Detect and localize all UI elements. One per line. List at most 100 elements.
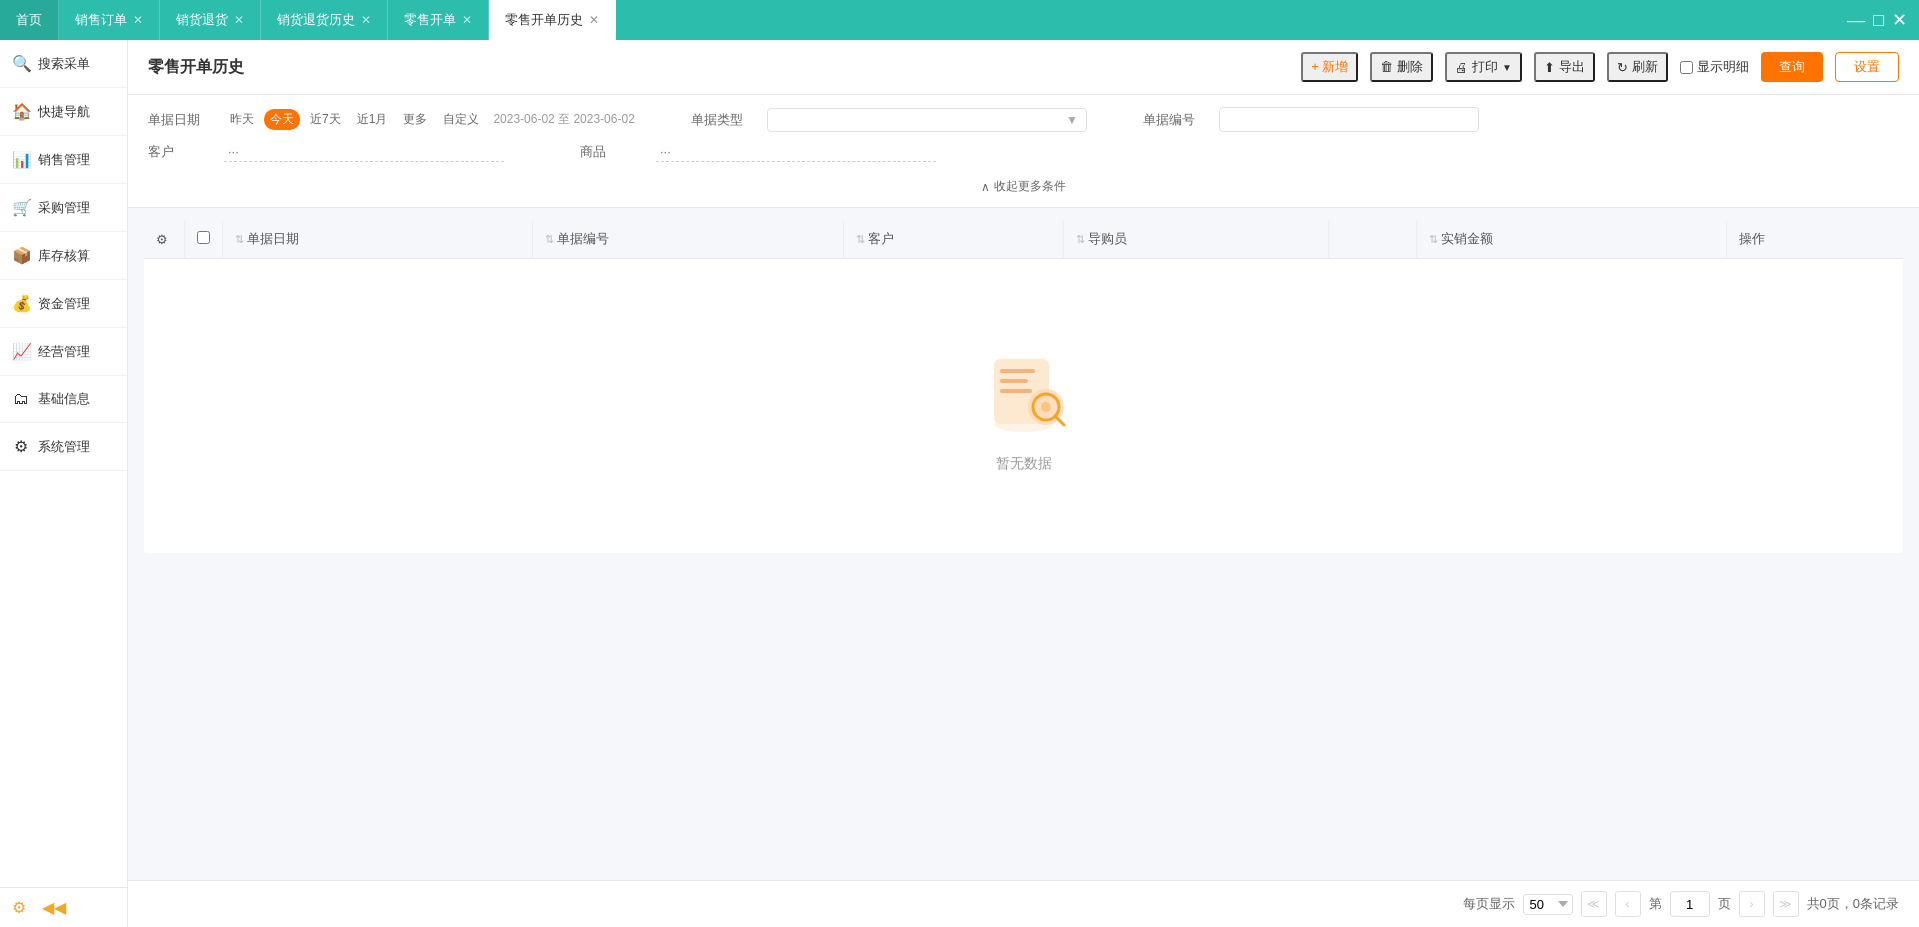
filter-area: 单据日期 昨天 今天 近7天 近1月 更多 自定义 2023-06-02 至 2… xyxy=(128,95,1919,208)
settings-button[interactable]: 设置 xyxy=(1835,52,1899,82)
date-option-more[interactable]: 更多 xyxy=(397,109,433,130)
sidebar-item-nav[interactable]: 🏠 快捷导航 xyxy=(0,88,127,136)
sidebar-item-system[interactable]: ⚙ 系统管理 xyxy=(0,423,127,471)
date-option-1month[interactable]: 近1月 xyxy=(351,109,394,130)
tab-retail-order-label: 零售开单 xyxy=(404,11,456,29)
finance-icon: 💰 xyxy=(12,294,30,313)
display-detail-checkbox[interactable] xyxy=(1680,61,1693,74)
per-page-label: 每页显示 xyxy=(1463,895,1515,913)
nav-tabs: 首页 销售订单 ✕ 销货退货 ✕ 销货退货历史 ✕ 零售开单 ✕ 零售开单历史 … xyxy=(0,0,616,40)
sidebar-settings-button[interactable]: ⚙ xyxy=(12,898,26,917)
sidebar-item-inventory[interactable]: 📦 库存核算 xyxy=(0,232,127,280)
th-customer[interactable]: 客户 xyxy=(843,220,1063,259)
print-dropdown-icon: ▼ xyxy=(1502,62,1512,73)
date-option-custom[interactable]: 自定义 xyxy=(437,109,485,130)
maximize-button[interactable]: □ xyxy=(1873,11,1884,29)
date-option-today[interactable]: 今天 xyxy=(264,109,300,130)
sidebar-item-finance[interactable]: 💰 资金管理 xyxy=(0,280,127,328)
tab-retail-order[interactable]: 零售开单 ✕ xyxy=(388,0,489,40)
inventory-icon: 📦 xyxy=(12,246,30,265)
empty-state: 暂无数据 xyxy=(144,259,1903,553)
tab-retail-order-history[interactable]: 零售开单历史 ✕ xyxy=(489,0,616,40)
empty-icon xyxy=(974,339,1074,439)
sidebar-bottom: ⚙ ◀◀ xyxy=(0,887,127,927)
date-option-7days[interactable]: 近7天 xyxy=(304,109,347,130)
svg-rect-3 xyxy=(1000,379,1028,383)
new-button[interactable]: + 新增 xyxy=(1301,52,1358,82)
th-checkbox[interactable] xyxy=(184,220,222,259)
tab-sales-order-close[interactable]: ✕ xyxy=(133,13,143,27)
per-page-select[interactable]: 50 10 20 100 xyxy=(1523,894,1573,915)
main-layout: 🔍 搜索采单 🏠 快捷导航 📊 销售管理 🛒 采购管理 📦 库存核算 💰 资金管… xyxy=(0,40,1919,927)
svg-rect-2 xyxy=(1000,369,1035,373)
system-icon: ⚙ xyxy=(12,437,30,456)
basic-info-icon: 🗂 xyxy=(12,390,30,408)
print-icon: 🖨 xyxy=(1455,60,1468,75)
display-detail-checkbox-label[interactable]: 显示明细 xyxy=(1680,58,1749,76)
minimize-button[interactable]: — xyxy=(1847,11,1865,29)
close-window-button[interactable]: ✕ xyxy=(1892,11,1907,29)
next-page-button[interactable]: › xyxy=(1739,891,1765,917)
sidebar-item-basic-info[interactable]: 🗂 基础信息 xyxy=(0,376,127,423)
th-number[interactable]: 单据编号 xyxy=(533,220,844,259)
type-select-chevron-icon: ▼ xyxy=(1066,113,1078,127)
empty-text: 暂无数据 xyxy=(996,455,1052,473)
print-button[interactable]: 🖨 🖨 打印 打印 ▼ xyxy=(1445,52,1522,82)
refresh-button[interactable]: ↻ 刷新 xyxy=(1607,52,1668,82)
tab-sales-return-history-label: 销货退货历史 xyxy=(277,11,355,29)
refresh-icon: ↻ xyxy=(1617,60,1628,75)
date-option-yesterday[interactable]: 昨天 xyxy=(224,109,260,130)
goods-input[interactable] xyxy=(656,142,936,162)
tab-sales-return[interactable]: 销货退货 ✕ xyxy=(160,0,261,40)
select-all-checkbox[interactable] xyxy=(197,231,210,244)
query-button[interactable]: 查询 xyxy=(1761,52,1823,82)
prev-page-button[interactable]: ‹ xyxy=(1615,891,1641,917)
sales-icon: 📊 xyxy=(12,150,30,169)
sidebar-item-operations-label: 经营管理 xyxy=(38,343,90,361)
th-guide[interactable]: 导购员 xyxy=(1063,220,1328,259)
sidebar-item-nav-label: 快捷导航 xyxy=(38,103,90,121)
customer-input[interactable] xyxy=(224,142,504,162)
tab-retail-order-history-label: 零售开单历史 xyxy=(505,11,583,29)
th-amount[interactable]: 实销金额 xyxy=(1416,220,1727,259)
tab-home[interactable]: 首页 xyxy=(0,0,59,40)
collapse-more-button[interactable]: ∧ 收起更多条件 xyxy=(148,172,1899,195)
data-table: ⚙ 单据日期 单据编号 客户 导购员 实销金额 操作 xyxy=(144,220,1903,553)
tab-retail-order-history-close[interactable]: ✕ xyxy=(589,13,599,27)
first-page-button[interactable]: ≪ xyxy=(1581,891,1607,917)
sidebar-item-finance-label: 资金管理 xyxy=(38,295,90,313)
date-options: 昨天 今天 近7天 近1月 更多 自定义 2023-06-02 至 2023-0… xyxy=(224,109,635,130)
sidebar-collapse-button[interactable]: ◀◀ xyxy=(42,898,66,917)
sidebar-item-operations[interactable]: 📈 经营管理 xyxy=(0,328,127,376)
delete-button[interactable]: 🗑 删除 xyxy=(1370,52,1433,82)
tab-sales-return-history-close[interactable]: ✕ xyxy=(361,13,371,27)
page-title: 零售开单历史 xyxy=(148,57,244,78)
page-header: 零售开单历史 + 新增 🗑 删除 🖨 🖨 打印 打印 ▼ ⬆ 导出 xyxy=(128,40,1919,95)
export-button[interactable]: ⬆ 导出 xyxy=(1534,52,1595,82)
tab-sales-order[interactable]: 销售订单 ✕ xyxy=(59,0,160,40)
th-date[interactable]: 单据日期 xyxy=(222,220,533,259)
tab-sales-return-label: 销货退货 xyxy=(176,11,228,29)
type-select[interactable]: ▼ xyxy=(767,108,1087,132)
last-page-button[interactable]: ≫ xyxy=(1773,891,1799,917)
number-input[interactable] xyxy=(1219,107,1479,132)
tab-sales-return-history[interactable]: 销货退货历史 ✕ xyxy=(261,0,388,40)
collapse-label: 收起更多条件 xyxy=(994,178,1066,195)
th-settings[interactable]: ⚙ xyxy=(144,220,184,259)
tab-sales-return-close[interactable]: ✕ xyxy=(234,13,244,27)
customer-label: 客户 xyxy=(148,143,208,161)
window-controls: — □ ✕ xyxy=(1847,11,1919,29)
sidebar-item-purchase[interactable]: 🛒 采购管理 xyxy=(0,184,127,232)
th-action: 操作 xyxy=(1727,220,1903,259)
sidebar-item-purchase-label: 采购管理 xyxy=(38,199,90,217)
export-label: 导出 xyxy=(1559,58,1585,76)
filter-row-1: 单据日期 昨天 今天 近7天 近1月 更多 自定义 2023-06-02 至 2… xyxy=(148,107,1899,132)
number-label: 单据编号 xyxy=(1143,111,1203,129)
sidebar-item-sales[interactable]: 📊 销售管理 xyxy=(0,136,127,184)
tab-retail-order-close[interactable]: ✕ xyxy=(462,13,472,27)
collapse-icon: ∧ xyxy=(981,180,990,194)
sidebar: 🔍 搜索采单 🏠 快捷导航 📊 销售管理 🛒 采购管理 📦 库存核算 💰 资金管… xyxy=(0,40,128,927)
sidebar-item-search[interactable]: 🔍 搜索采单 xyxy=(0,40,127,88)
pagination-bar: 每页显示 50 10 20 100 ≪ ‹ 第 页 › ≫ 共0页，0条记录 xyxy=(128,880,1919,927)
page-number-input[interactable] xyxy=(1670,891,1710,917)
